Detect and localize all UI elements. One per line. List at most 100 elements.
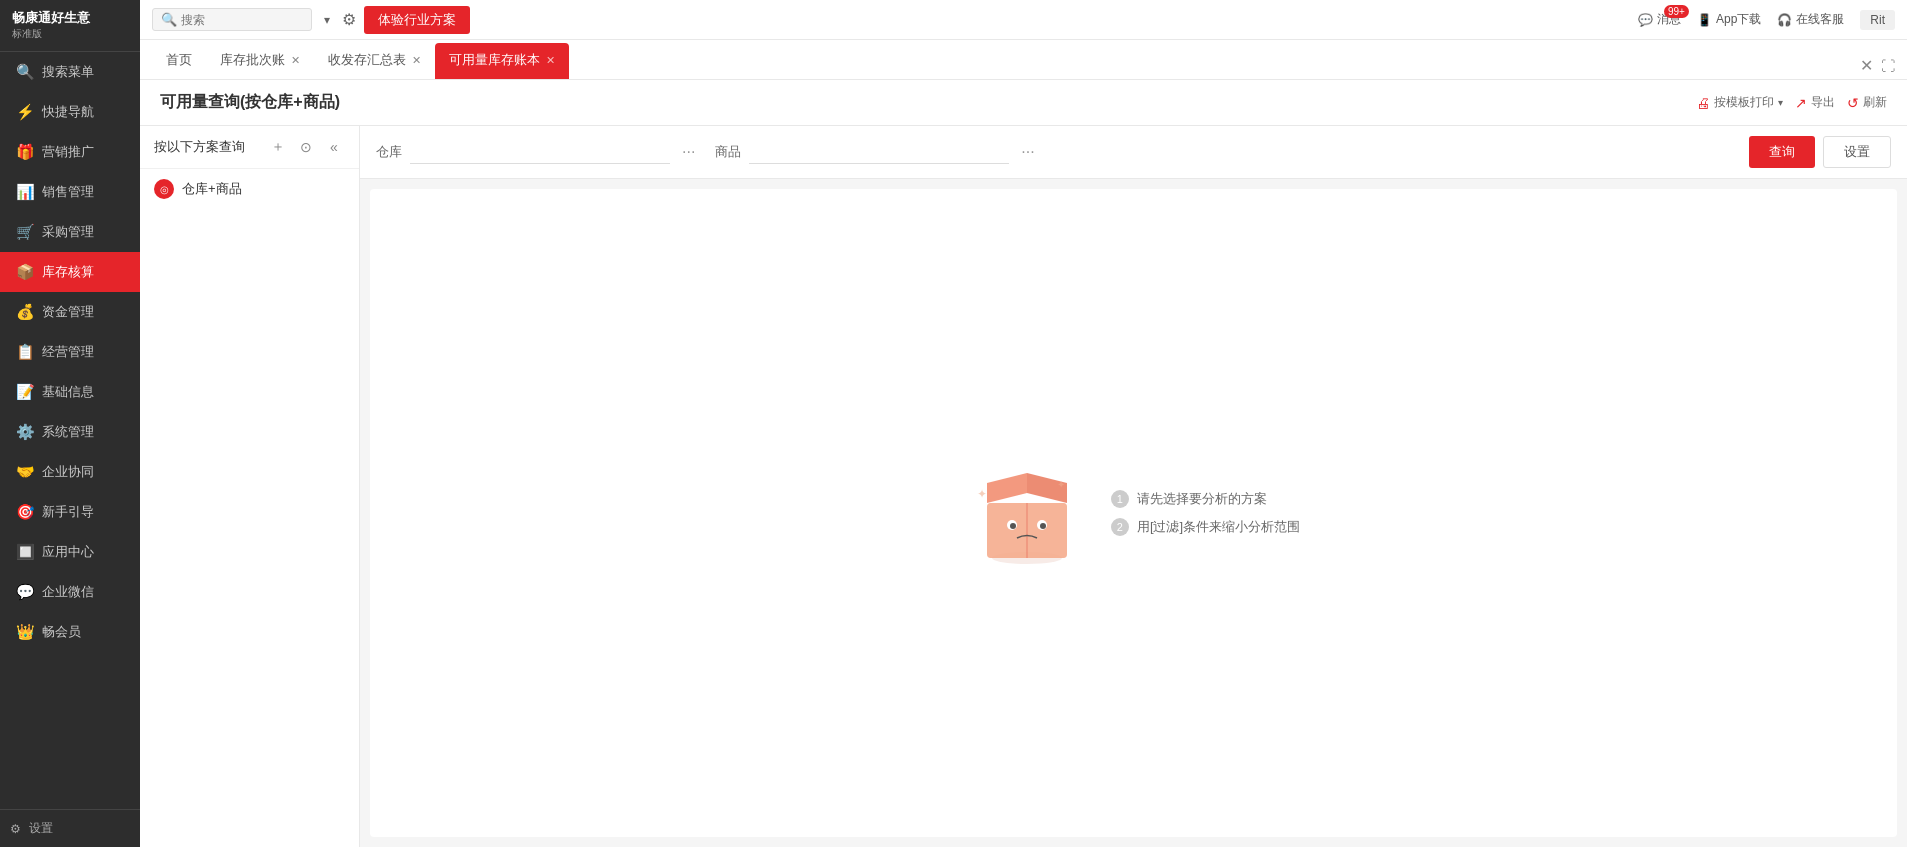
sidebar-item-quicknav[interactable]: ⚡ 快捷导航 — [0, 92, 140, 132]
topbar-search-input[interactable] — [181, 13, 281, 27]
product-filter-field: 商品 ··· — [715, 140, 1038, 164]
print-button[interactable]: 🖨 按模板打印 ▾ — [1696, 94, 1783, 111]
query-button[interactable]: 查询 — [1749, 136, 1815, 168]
sidebar-item-purchase[interactable]: 🛒 采购管理 — [0, 212, 140, 252]
basic-icon: 📝 — [16, 383, 34, 401]
sidebar-item-label: 资金管理 — [42, 303, 94, 321]
scheme-item-icon: ◎ — [154, 179, 174, 199]
export-button[interactable]: ↗ 导出 — [1795, 94, 1835, 111]
app-edition: 标准版 — [12, 27, 128, 41]
left-panel-header: 按以下方案查询 ＋ ⊙ « — [140, 126, 359, 169]
topbar-gear-button[interactable]: ⚙ — [342, 10, 356, 29]
settings-scheme-button[interactable]: ⊙ — [295, 136, 317, 158]
tab-label: 收发存汇总表 — [328, 51, 406, 69]
page-header: 可用量查询(按仓库+商品) 🖨 按模板打印 ▾ ↗ 导出 ↺ 刷新 — [140, 80, 1907, 126]
topbar-app-download[interactable]: 📱 App下载 — [1697, 11, 1761, 28]
sidebar-item-label: 营销推广 — [42, 143, 94, 161]
topbar: 🔍 ▾ ⚙ 体验行业方案 💬 消息 99+ 📱 App下载 🎧 在线客服 Rit — [140, 0, 1907, 40]
topbar-trial-button[interactable]: 体验行业方案 — [364, 6, 470, 34]
warehouse-filter-dots-button[interactable]: ··· — [678, 143, 699, 161]
refresh-icon: ↺ — [1847, 95, 1859, 111]
sidebar-item-label: 快捷导航 — [42, 103, 94, 121]
tip-text-1: 请先选择要分析的方案 — [1137, 490, 1267, 508]
guide-icon: 🎯 — [16, 503, 34, 521]
warehouse-filter-input[interactable] — [410, 140, 670, 164]
tab-label: 可用量库存账本 — [449, 51, 540, 69]
scheme-item-label: 仓库+商品 — [182, 180, 242, 198]
sidebar-item-member[interactable]: 👑 畅会员 — [0, 612, 140, 652]
service-label: 在线客服 — [1796, 11, 1844, 28]
export-label: 导出 — [1811, 94, 1835, 111]
topbar-right: 💬 消息 99+ 📱 App下载 🎧 在线客服 Rit — [1638, 10, 1895, 30]
empty-state: ✦ ✦ 1 请先选择要分析的方案 2 用[过滤]条件来缩小分析范围 — [370, 189, 1897, 837]
sidebar-item-wxwork[interactable]: 💬 企业微信 — [0, 572, 140, 612]
sidebar-item-collab[interactable]: 🤝 企业协同 — [0, 452, 140, 492]
left-panel-title: 按以下方案查询 — [154, 138, 245, 156]
tab-label: 首页 — [166, 51, 192, 69]
product-filter-input[interactable] — [749, 140, 1009, 164]
svg-text:✦: ✦ — [1057, 479, 1065, 490]
sidebar-item-sales[interactable]: 📊 销售管理 — [0, 172, 140, 212]
sidebar-item-apps[interactable]: 🔲 应用中心 — [0, 532, 140, 572]
wxwork-icon: 💬 — [16, 583, 34, 601]
sidebar: 畅康通好生意 标准版 🔍 搜索菜单 ⚡ 快捷导航 🎁 营销推广 📊 销售管理 🛒… — [0, 0, 140, 847]
tab-stock-summary[interactable]: 收发存汇总表 ✕ — [314, 43, 435, 79]
user-label: Rit — [1870, 13, 1885, 27]
tab-inventory-batch[interactable]: 库存批次账 ✕ — [206, 43, 314, 79]
sidebar-item-guide[interactable]: 🎯 新手引导 — [0, 492, 140, 532]
content-area: 按以下方案查询 ＋ ⊙ « ◎ 仓库+商品 仓库 — [140, 126, 1907, 847]
tab-available-qty[interactable]: 可用量库存账本 ✕ — [435, 43, 569, 79]
expand-icon: ⚙ — [10, 822, 21, 836]
tab-label: 库存批次账 — [220, 51, 285, 69]
sidebar-item-label: 采购管理 — [42, 223, 94, 241]
system-icon: ⚙️ — [16, 423, 34, 441]
sidebar-item-management[interactable]: 📋 经营管理 — [0, 332, 140, 372]
tab-home[interactable]: 首页 — [152, 43, 206, 79]
main-area: 🔍 ▾ ⚙ 体验行业方案 💬 消息 99+ 📱 App下载 🎧 在线客服 Rit — [140, 0, 1907, 847]
empty-tip-1: 1 请先选择要分析的方案 — [1111, 490, 1300, 508]
tabs-close-button[interactable]: ✕ — [1860, 56, 1873, 75]
tip-num-2: 2 — [1111, 518, 1129, 536]
add-scheme-button[interactable]: ＋ — [267, 136, 289, 158]
quicknav-icon: ⚡ — [16, 103, 34, 121]
right-panel: 仓库 ··· 商品 ··· 查询 设置 — [360, 126, 1907, 847]
sidebar-item-inventory[interactable]: 📦 库存核算 — [0, 252, 140, 292]
sidebar-item-basic[interactable]: 📝 基础信息 — [0, 372, 140, 412]
member-icon: 👑 — [16, 623, 34, 641]
finance-icon: 💰 — [16, 303, 34, 321]
collapse-panel-button[interactable]: « — [323, 136, 345, 158]
sidebar-logo: 畅康通好生意 标准版 — [0, 0, 140, 52]
filter-actions: 查询 设置 — [1749, 136, 1891, 168]
apps-icon: 🔲 — [16, 543, 34, 561]
sidebar-item-label: 新手引导 — [42, 503, 94, 521]
sidebar-item-marketing[interactable]: 🎁 营销推广 — [0, 132, 140, 172]
topbar-message[interactable]: 💬 消息 99+ — [1638, 11, 1681, 28]
sidebar-item-system[interactable]: ⚙️ 系统管理 — [0, 412, 140, 452]
search-icon: 🔍 — [16, 63, 34, 81]
svg-point-8 — [1010, 523, 1016, 529]
tabs-expand-button[interactable]: ⛶ — [1881, 58, 1895, 74]
sidebar-item-label: 系统管理 — [42, 423, 94, 441]
message-icon: 💬 — [1638, 13, 1653, 27]
sidebar-bottom[interactable]: ⚙ 设置 — [0, 809, 140, 847]
topbar-user[interactable]: Rit — [1860, 10, 1895, 30]
warehouse-filter-field: 仓库 ··· — [376, 140, 699, 164]
left-panel-header-actions: ＋ ⊙ « — [267, 136, 345, 158]
print-label: 按模板打印 — [1714, 94, 1774, 111]
sidebar-item-finance[interactable]: 💰 资金管理 — [0, 292, 140, 332]
tab-close-icon[interactable]: ✕ — [291, 54, 300, 67]
sidebar-item-search[interactable]: 🔍 搜索菜单 — [0, 52, 140, 92]
mobile-icon: 📱 — [1697, 13, 1712, 27]
management-icon: 📋 — [16, 343, 34, 361]
topbar-search-box[interactable]: 🔍 — [152, 8, 312, 31]
left-panel-scheme-item[interactable]: ◎ 仓库+商品 — [140, 169, 359, 209]
filter-settings-button[interactable]: 设置 — [1823, 136, 1891, 168]
refresh-button[interactable]: ↺ 刷新 — [1847, 94, 1887, 111]
sidebar-item-label: 企业协同 — [42, 463, 94, 481]
topbar-service[interactable]: 🎧 在线客服 — [1777, 11, 1844, 28]
product-filter-dots-button[interactable]: ··· — [1017, 143, 1038, 161]
tab-close-icon[interactable]: ✕ — [412, 54, 421, 67]
tabs-bar: 首页 库存批次账 ✕ 收发存汇总表 ✕ 可用量库存账本 ✕ ✕ ⛶ — [140, 40, 1907, 80]
tab-close-icon[interactable]: ✕ — [546, 54, 555, 67]
topbar-dropdown-button[interactable]: ▾ — [320, 13, 334, 27]
